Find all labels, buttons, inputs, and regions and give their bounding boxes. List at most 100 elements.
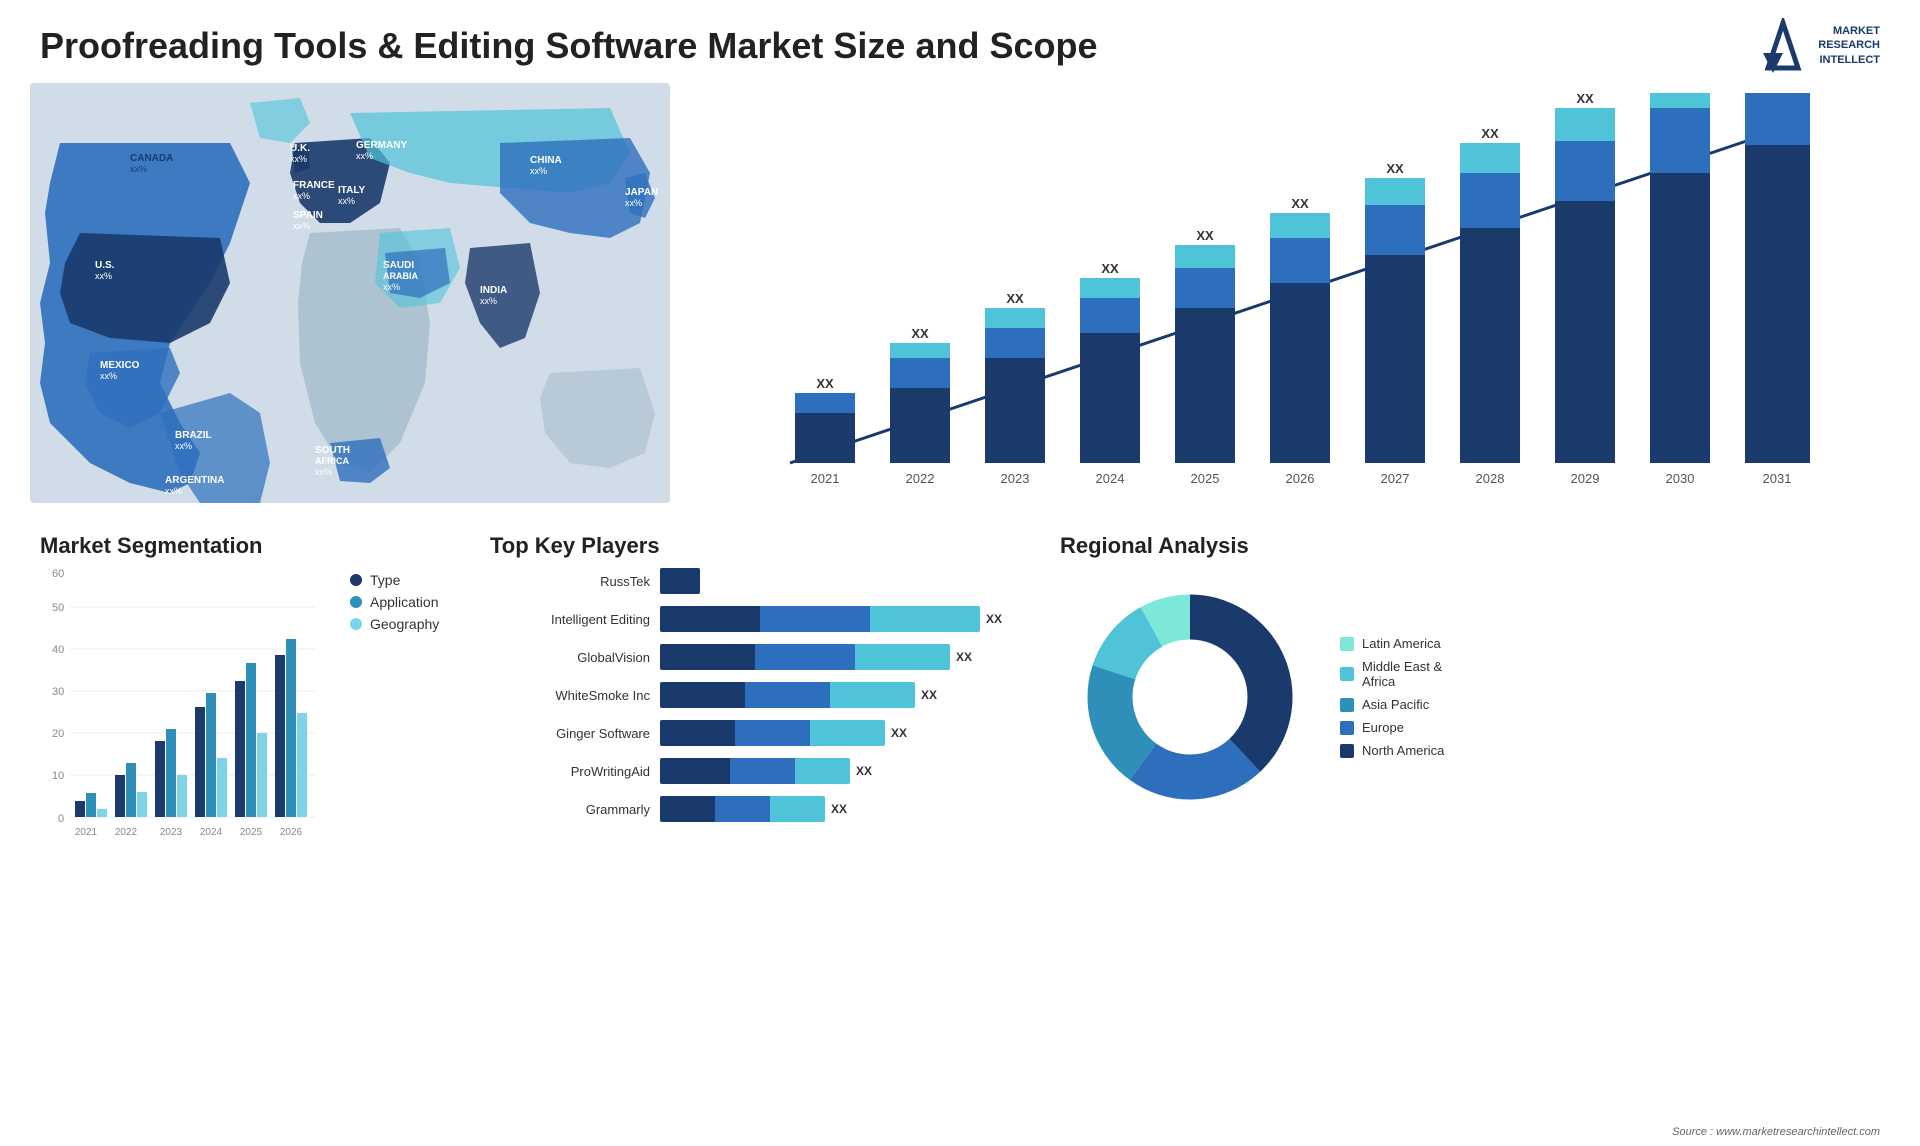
svg-text:xx%: xx% [290,154,307,164]
player-name: GlobalVision [490,650,650,665]
svg-text:xx%: xx% [356,151,373,161]
svg-text:2029: 2029 [1571,471,1600,486]
seg-chart-area: 0 10 20 30 40 50 60 [40,567,320,847]
svg-text:2027: 2027 [1381,471,1410,486]
player-bar-wrap: XX [660,757,1010,785]
player-name: Ginger Software [490,726,650,741]
bar-chart-section: XX XX XX [680,83,1920,523]
player-row: RussTek [490,567,1010,595]
player-val: XX [986,612,1002,626]
player-row: WhiteSmoke Inc XX [490,681,1010,709]
svg-text:xx%: xx% [480,296,497,306]
player-name: WhiteSmoke Inc [490,688,650,703]
svg-text:XX: XX [911,326,929,341]
donut-area: Latin America Middle East &Africa Asia P… [1060,567,1880,827]
svg-text:xx%: xx% [338,196,355,206]
reg-legend-label: Europe [1362,720,1404,735]
svg-text:2028: 2028 [1476,471,1505,486]
reg-legend-latin-america: Latin America [1340,636,1444,651]
player-bar-wrap: XX [660,719,1010,747]
svg-text:SAUDI: SAUDI [383,260,414,271]
svg-text:2024: 2024 [200,827,223,838]
svg-text:xx%: xx% [100,371,117,381]
bottom-row: Market Segmentation 0 10 20 30 40 50 60 [0,523,1920,1023]
segmentation-section: Market Segmentation 0 10 20 30 40 50 60 [30,533,450,1023]
svg-text:ARGENTINA: ARGENTINA [165,475,224,486]
svg-text:XX: XX [816,376,834,391]
player-name: RussTek [490,574,650,589]
svg-text:U.S.: U.S. [95,260,115,271]
player-bar [660,720,885,746]
svg-text:2031: 2031 [1763,471,1792,486]
map-section: CANADA xx% U.S. xx% MEXICO xx% BRAZIL xx… [0,83,680,523]
svg-text:2022: 2022 [115,827,138,838]
svg-text:40: 40 [52,644,64,656]
source-text: Source : www.marketresearchintellect.com [1672,1126,1880,1138]
svg-text:xx%: xx% [625,198,642,208]
svg-text:SPAIN: SPAIN [293,210,323,221]
player-bar-wrap: XX [660,795,1010,823]
segmentation-chart-svg: 0 10 20 30 40 50 60 [40,567,320,847]
svg-text:30: 30 [52,686,64,698]
legend-application-label: Application [370,594,439,610]
logo-area: MARKET RESEARCH INTELLECT [1758,18,1880,73]
type-dot [350,574,362,586]
svg-text:2024: 2024 [1096,471,1125,486]
player-row: Intelligent Editing XX [490,605,1010,633]
svg-text:2030: 2030 [1666,471,1695,486]
player-row: GlobalVision XX [490,643,1010,671]
logo-text: MARKET RESEARCH INTELLECT [1818,24,1880,67]
svg-text:xx%: xx% [130,164,147,174]
geography-dot [350,618,362,630]
svg-text:2022: 2022 [906,471,935,486]
svg-text:XX: XX [1481,126,1499,141]
regional-legend: Latin America Middle East &Africa Asia P… [1340,636,1444,758]
player-bar [660,568,700,594]
player-val: XX [956,650,972,664]
player-bar [660,796,825,822]
regional-section: Regional Analysis [1050,533,1890,1023]
svg-text:60: 60 [52,568,64,580]
svg-text:2023: 2023 [1001,471,1030,486]
player-val: XX [921,688,937,702]
player-val: XX [856,764,872,778]
svg-text:XX: XX [1576,93,1594,106]
svg-text:INDIA: INDIA [480,285,507,296]
svg-text:CHINA: CHINA [530,155,562,166]
legend-geography-label: Geography [370,616,439,632]
svg-text:XX: XX [1101,261,1119,276]
legend-items: Type Application Geography [350,572,439,847]
donut-chart-svg [1060,567,1320,827]
reg-legend-europe: Europe [1340,720,1444,735]
svg-text:XX: XX [1291,196,1309,211]
svg-text:2021: 2021 [75,827,98,838]
player-bar-wrap: XX [660,681,1010,709]
player-bar-wrap: XX [660,643,1010,671]
svg-text:JAPAN: JAPAN [625,187,658,198]
svg-text:xx%: xx% [95,271,112,281]
player-bar [660,682,915,708]
svg-text:50: 50 [52,602,64,614]
svg-text:XX: XX [1386,161,1404,176]
svg-text:2023: 2023 [160,827,183,838]
reg-legend-label: Middle East &Africa [1362,659,1442,689]
player-val: XX [831,802,847,816]
reg-legend-north-america: North America [1340,743,1444,758]
bar-chart-area: XX XX XX [700,93,1880,513]
mea-dot [1340,667,1354,681]
svg-text:XX: XX [1196,228,1214,243]
player-name: Grammarly [490,802,650,817]
reg-legend-label: Asia Pacific [1362,697,1429,712]
player-name: ProWritingAid [490,764,650,779]
svg-text:xx%: xx% [293,191,310,201]
reg-legend-label: Latin America [1362,636,1441,651]
regional-title: Regional Analysis [1060,533,1880,559]
svg-text:xx%: xx% [175,441,192,451]
players-title: Top Key Players [490,533,1010,559]
svg-text:BRAZIL: BRAZIL [175,430,212,441]
svg-text:xx%: xx% [315,467,332,477]
svg-text:ARABIA: ARABIA [383,271,418,281]
svg-text:2026: 2026 [1286,471,1315,486]
reg-legend-mea: Middle East &Africa [1340,659,1444,689]
player-bar [660,644,950,670]
